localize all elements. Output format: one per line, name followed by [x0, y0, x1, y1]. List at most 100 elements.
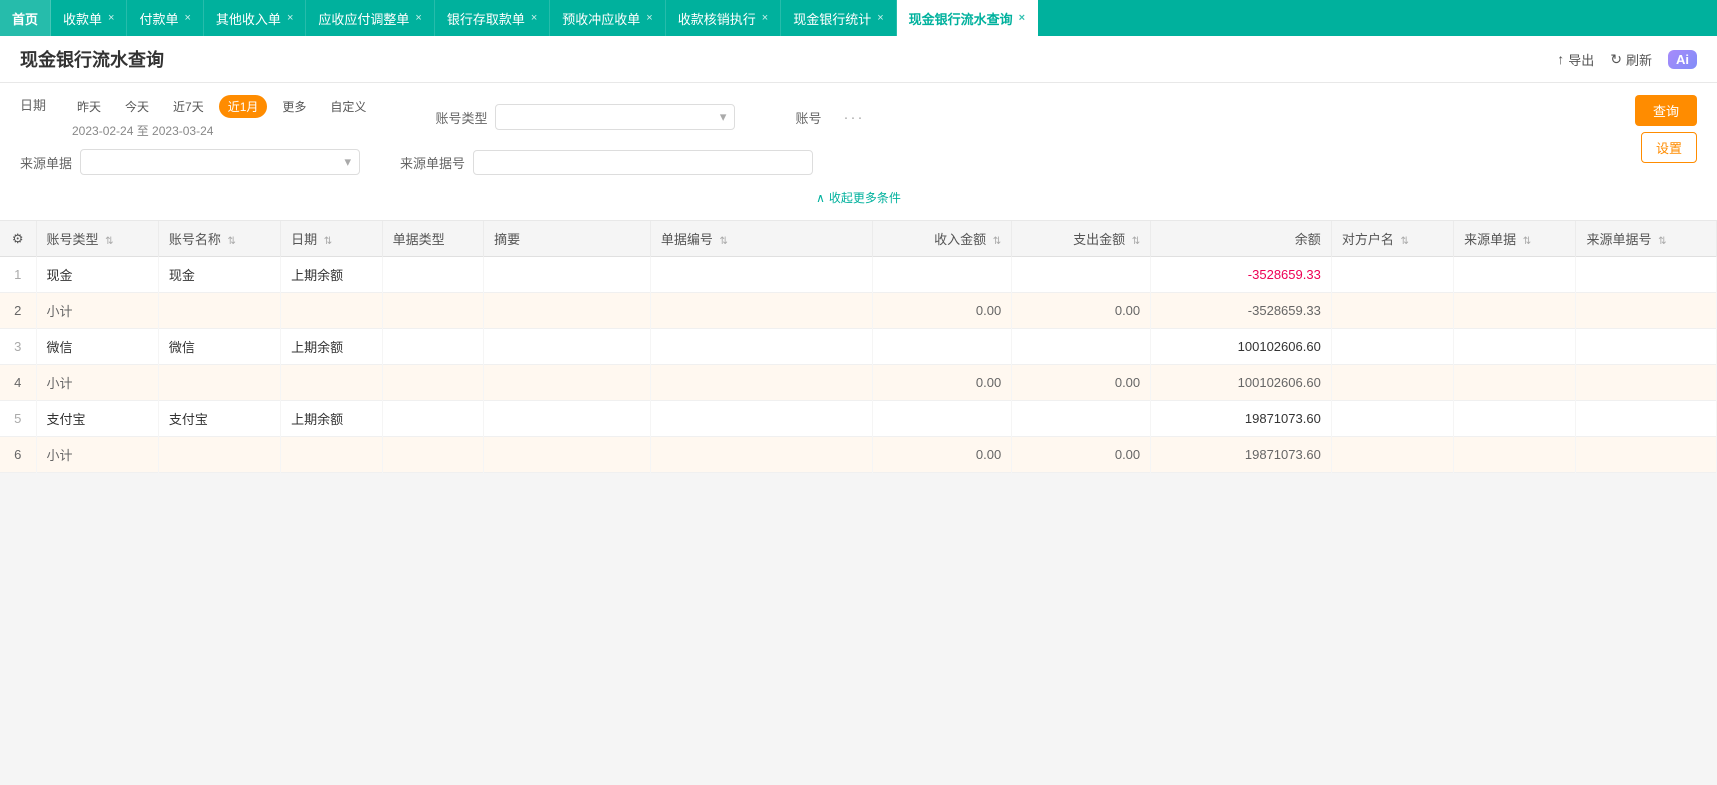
- refresh-icon: ↻: [1610, 51, 1622, 68]
- date-btn-today[interactable]: 今天: [116, 95, 158, 118]
- date-range: 2023-02-24 至 2023-03-24: [72, 122, 375, 139]
- td-income: [873, 329, 1012, 365]
- nav-home[interactable]: 首页: [0, 0, 51, 36]
- sort-icon: ⇅: [1658, 236, 1666, 247]
- table-wrap: ⚙ 账号类型 ⇅ 账号名称 ⇅ 日期 ⇅ 单据类型 摘要: [0, 221, 1717, 473]
- date-btn-7days[interactable]: 近7天: [164, 95, 213, 118]
- close-icon[interactable]: ×: [184, 12, 190, 24]
- gear-icon[interactable]: ⚙: [12, 231, 24, 246]
- td-summary: [484, 257, 651, 293]
- td-doc-type: [382, 329, 483, 365]
- sort-icon: ⇅: [1132, 236, 1140, 247]
- date-options: 昨天 今天 近7天 近1月 更多 自定义: [68, 95, 375, 118]
- date-btn-yesterday[interactable]: 昨天: [68, 95, 110, 118]
- table-row: 1 现金 现金 上期余额 -3528659.33: [0, 257, 1717, 293]
- source-doc-no-input[interactable]: [482, 155, 804, 170]
- table-row: 6 小计 0.00 0.00 19871073.60: [0, 437, 1717, 473]
- table-row: 3 微信 微信 上期余额 100102606.60: [0, 329, 1717, 365]
- sort-icon: ⇅: [993, 236, 1001, 247]
- date-btn-more[interactable]: 更多: [273, 95, 315, 118]
- right-actions: 查询 设置: [1635, 95, 1697, 163]
- th-account-type[interactable]: 账号类型 ⇅: [36, 221, 158, 257]
- td-balance: -3528659.33: [1151, 257, 1332, 293]
- td-doc-no: [650, 329, 872, 365]
- row-index: 2: [0, 293, 36, 329]
- td-balance: 19871073.60: [1151, 401, 1332, 437]
- close-icon[interactable]: ×: [287, 12, 293, 24]
- td-source-doc-no: [1576, 365, 1717, 401]
- td-expense: [1012, 401, 1151, 437]
- nav-tab-tongji[interactable]: 现金银行统计 ×: [781, 0, 896, 36]
- close-icon[interactable]: ×: [877, 12, 883, 24]
- data-table: ⚙ 账号类型 ⇅ 账号名称 ⇅ 日期 ⇅ 单据类型 摘要: [0, 221, 1717, 473]
- nav-tab-yingshoutiaozheng[interactable]: 应收应付调整单 ×: [306, 0, 434, 36]
- td-source-doc: [1454, 401, 1576, 437]
- date-btn-1month[interactable]: 近1月: [219, 95, 268, 118]
- row-index: 5: [0, 401, 36, 437]
- refresh-button[interactable]: ↻ 刷新: [1610, 50, 1652, 69]
- close-icon[interactable]: ×: [762, 12, 768, 24]
- sort-icon: ⇅: [720, 236, 728, 247]
- th-source-doc[interactable]: 来源单据 ⇅: [1454, 221, 1576, 257]
- th-date[interactable]: 日期 ⇅: [281, 221, 382, 257]
- th-balance[interactable]: 余额: [1151, 221, 1332, 257]
- th-settings[interactable]: ⚙: [0, 221, 36, 257]
- collapse-icon: ∧: [816, 191, 825, 205]
- source-doc-select[interactable]: ▾: [80, 149, 360, 175]
- td-doc-type: [382, 437, 483, 473]
- td-account-name: 现金: [158, 257, 280, 293]
- close-icon[interactable]: ×: [108, 12, 114, 24]
- source-doc-no-input-wrap: [473, 150, 813, 175]
- td-expense: 0.00: [1012, 293, 1151, 329]
- th-doc-no[interactable]: 单据编号 ⇅: [650, 221, 872, 257]
- account-more-button[interactable]: ···: [843, 109, 864, 126]
- close-icon[interactable]: ×: [531, 12, 537, 24]
- date-btn-custom[interactable]: 自定义: [321, 95, 375, 118]
- th-counterpart[interactable]: 对方户名 ⇅: [1331, 221, 1453, 257]
- top-nav: 首页 收款单 × 付款单 × 其他收入单 × 应收应付调整单 × 银行存取款单 …: [0, 0, 1717, 36]
- query-button[interactable]: 查询: [1635, 95, 1697, 126]
- export-button[interactable]: ↑ 导出: [1557, 50, 1594, 69]
- settings-button[interactable]: 设置: [1641, 132, 1697, 163]
- td-doc-no: [650, 401, 872, 437]
- nav-tab-fukuandan[interactable]: 付款单 ×: [127, 0, 203, 36]
- export-icon: ↑: [1557, 51, 1564, 67]
- td-doc-type: [382, 293, 483, 329]
- td-doc-no: [650, 257, 872, 293]
- collapse-bar[interactable]: ∧ 收起更多条件: [20, 185, 1697, 208]
- td-doc-no: [650, 293, 872, 329]
- ai-badge[interactable]: Ai: [1668, 50, 1697, 69]
- td-account-type: 小计: [36, 437, 158, 473]
- td-summary: [484, 293, 651, 329]
- nav-tab-hexiao[interactable]: 收款核销执行 ×: [666, 0, 781, 36]
- th-doc-type[interactable]: 单据类型: [382, 221, 483, 257]
- nav-tab-shoukuandan[interactable]: 收款单 ×: [51, 0, 127, 36]
- td-balance: 19871073.60: [1151, 437, 1332, 473]
- td-doc-type: [382, 257, 483, 293]
- nav-tab-yushou[interactable]: 预收冲应收单 ×: [550, 0, 665, 36]
- account-type-label: 账号类型: [435, 108, 487, 127]
- account-type-select[interactable]: ▾: [495, 104, 735, 130]
- nav-tab-qitashouru[interactable]: 其他收入单 ×: [204, 0, 306, 36]
- td-income: 0.00: [873, 365, 1012, 401]
- th-source-doc-no[interactable]: 来源单据号 ⇅: [1576, 221, 1717, 257]
- filter-area: 日期 昨天 今天 近7天 近1月 更多 自定义 2023-02-24 至 202…: [0, 83, 1717, 221]
- date-label: 日期: [20, 95, 60, 114]
- close-icon[interactable]: ×: [1019, 12, 1025, 24]
- table-row: 4 小计 0.00 0.00 100102606.60: [0, 365, 1717, 401]
- td-counterpart: [1331, 401, 1453, 437]
- nav-tab-yinhangcunqu[interactable]: 银行存取款单 ×: [435, 0, 550, 36]
- th-account-name[interactable]: 账号名称 ⇅: [158, 221, 280, 257]
- td-expense: [1012, 329, 1151, 365]
- nav-tab-liushui[interactable]: 现金银行流水查询 ×: [897, 0, 1038, 36]
- th-summary[interactable]: 摘要: [484, 221, 651, 257]
- th-income[interactable]: 收入金额 ⇅: [873, 221, 1012, 257]
- row-index: 6: [0, 437, 36, 473]
- th-expense[interactable]: 支出金额 ⇅: [1012, 221, 1151, 257]
- close-icon[interactable]: ×: [415, 12, 421, 24]
- td-account-type: 小计: [36, 365, 158, 401]
- td-counterpart: [1331, 293, 1453, 329]
- td-summary: [484, 365, 651, 401]
- table-body: 1 现金 现金 上期余额 -3528659.33 2 小计 0.00 0.00 …: [0, 257, 1717, 473]
- close-icon[interactable]: ×: [646, 12, 652, 24]
